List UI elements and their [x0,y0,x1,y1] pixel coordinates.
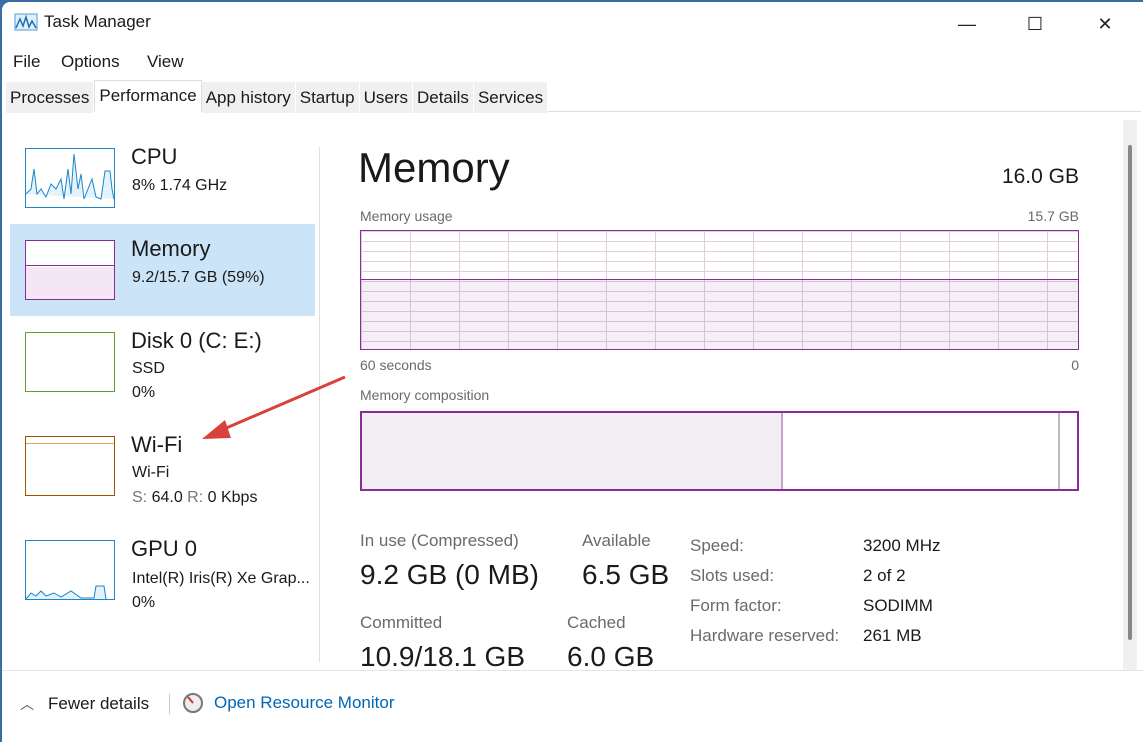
gpu-label: GPU 0 [131,536,198,561]
footer-divider [2,670,1143,671]
usage-label: Memory usage [360,208,453,224]
committed-label: Committed [360,613,443,632]
maximize-button[interactable]: ☐ [1012,6,1058,42]
disk-type: SSD [132,360,165,377]
memory-usage-graph [360,230,1079,350]
wifi-label: Wi-Fi [131,432,183,457]
memory-usage: 9.2/15.7 GB (59%) [132,269,265,286]
annotation-arrow-icon [202,375,346,439]
minimize-button[interactable]: — [944,6,990,42]
receive-value: 0 Kbps [207,489,258,506]
slots-label: Slots used: [690,566,775,585]
tab-details[interactable]: Details [412,82,474,113]
menu-file[interactable]: File [13,52,40,72]
tab-processes[interactable]: Processes [6,82,95,113]
time-right-label: 0 [1071,357,1079,373]
tab-app-history[interactable]: App history [201,82,296,113]
in-use-value: 9.2 GB (0 MB) [360,559,539,590]
memory-thumbnail-graph [25,240,115,300]
resource-monitor-icon [183,693,203,713]
wifi-adapter: Wi-Fi [132,464,170,481]
disk-label: Disk 0 (C: E:) [131,328,262,353]
cached-value: 6.0 GB [567,641,655,672]
tab-bar: Processes Performance App history Startu… [6,80,1141,113]
composition-label: Memory composition [360,387,490,403]
speed-value: 3200 MHz [863,536,941,555]
standby-divider [1058,413,1060,489]
open-resource-monitor-link[interactable]: Open Resource Monitor [182,692,394,714]
usage-max: 15.7 GB [1027,208,1079,224]
disk-thumbnail-graph [25,332,115,392]
sidebar-item-gpu[interactable]: GPU 0 Intel(R) Iris(R) Xe Grap... 0% [10,524,315,616]
task-manager-window: Task Manager — ☐ ✕ File Options View Pro… [2,2,1143,742]
available-label: Available [582,531,651,550]
cached-label: Cached [567,613,626,632]
committed-value: 10.9/18.1 GB [360,641,526,672]
tab-services[interactable]: Services [473,82,549,113]
memory-details: Speed: 3200 MHz Slots used: 2 of 2 Form fa… [690,531,940,651]
sidebar-item-cpu[interactable]: CPU 8% 1.74 GHz [10,132,315,224]
menu-view[interactable]: View [147,52,184,72]
form-factor-label: Form factor: [690,596,782,615]
tab-users[interactable]: Users [359,82,413,113]
memory-composition-bar [360,411,1079,491]
hardware-reserved-label: Hardware reserved: [690,626,840,645]
wifi-throughput: S: 64.0 R: 0 Kbps [132,489,257,507]
speed-label: Speed: [690,536,744,555]
slots-value: 2 of 2 [863,566,906,585]
total-memory: 16.0 GB [1001,165,1079,188]
tab-performance[interactable]: Performance [94,80,202,112]
gpu-thumbnail-graph [25,540,115,600]
title-bar: Task Manager [14,12,151,32]
receive-label: R: [187,489,204,506]
fewer-details-label: Fewer details [48,694,150,713]
time-left-label: 60 seconds [360,357,432,373]
scrollbar[interactable] [1123,120,1137,670]
in-use-segment [362,413,783,489]
memory-usage-fill [361,279,1078,349]
open-resource-monitor-label: Open Resource Monitor [214,693,395,712]
memory-label: Memory [131,236,211,261]
form-factor-value: SODIMM [863,596,933,615]
wifi-thumbnail-graph [25,436,115,496]
footer-separator [169,694,170,714]
hardware-reserved-value: 261 MB [863,626,922,645]
tab-startup[interactable]: Startup [295,82,360,113]
cpu-label: CPU [131,144,178,169]
in-use-label: In use (Compressed) [360,531,519,550]
cpu-thumbnail-graph [25,148,115,208]
page-title: Memory [358,144,510,191]
send-label: S: [132,489,148,506]
disk-usage: 0% [132,384,156,401]
scrollbar-thumb[interactable] [1128,145,1132,640]
menu-options[interactable]: Options [61,52,120,72]
task-manager-icon [14,13,38,31]
close-button[interactable]: ✕ [1082,6,1128,42]
window-title: Task Manager [44,12,151,31]
chevron-up-icon: ︿ [20,696,34,712]
available-value: 6.5 GB [582,559,670,590]
send-value: 64.0 [151,489,183,506]
sidebar-item-memory[interactable]: Memory 9.2/15.7 GB (59%) [10,224,315,316]
cpu-usage: 8% 1.74 GHz [132,177,228,194]
gpu-usage: 0% [132,594,156,611]
fewer-details-button[interactable]: ︿ Fewer details [20,694,149,714]
gpu-model: Intel(R) Iris(R) Xe Grap... [132,570,310,587]
